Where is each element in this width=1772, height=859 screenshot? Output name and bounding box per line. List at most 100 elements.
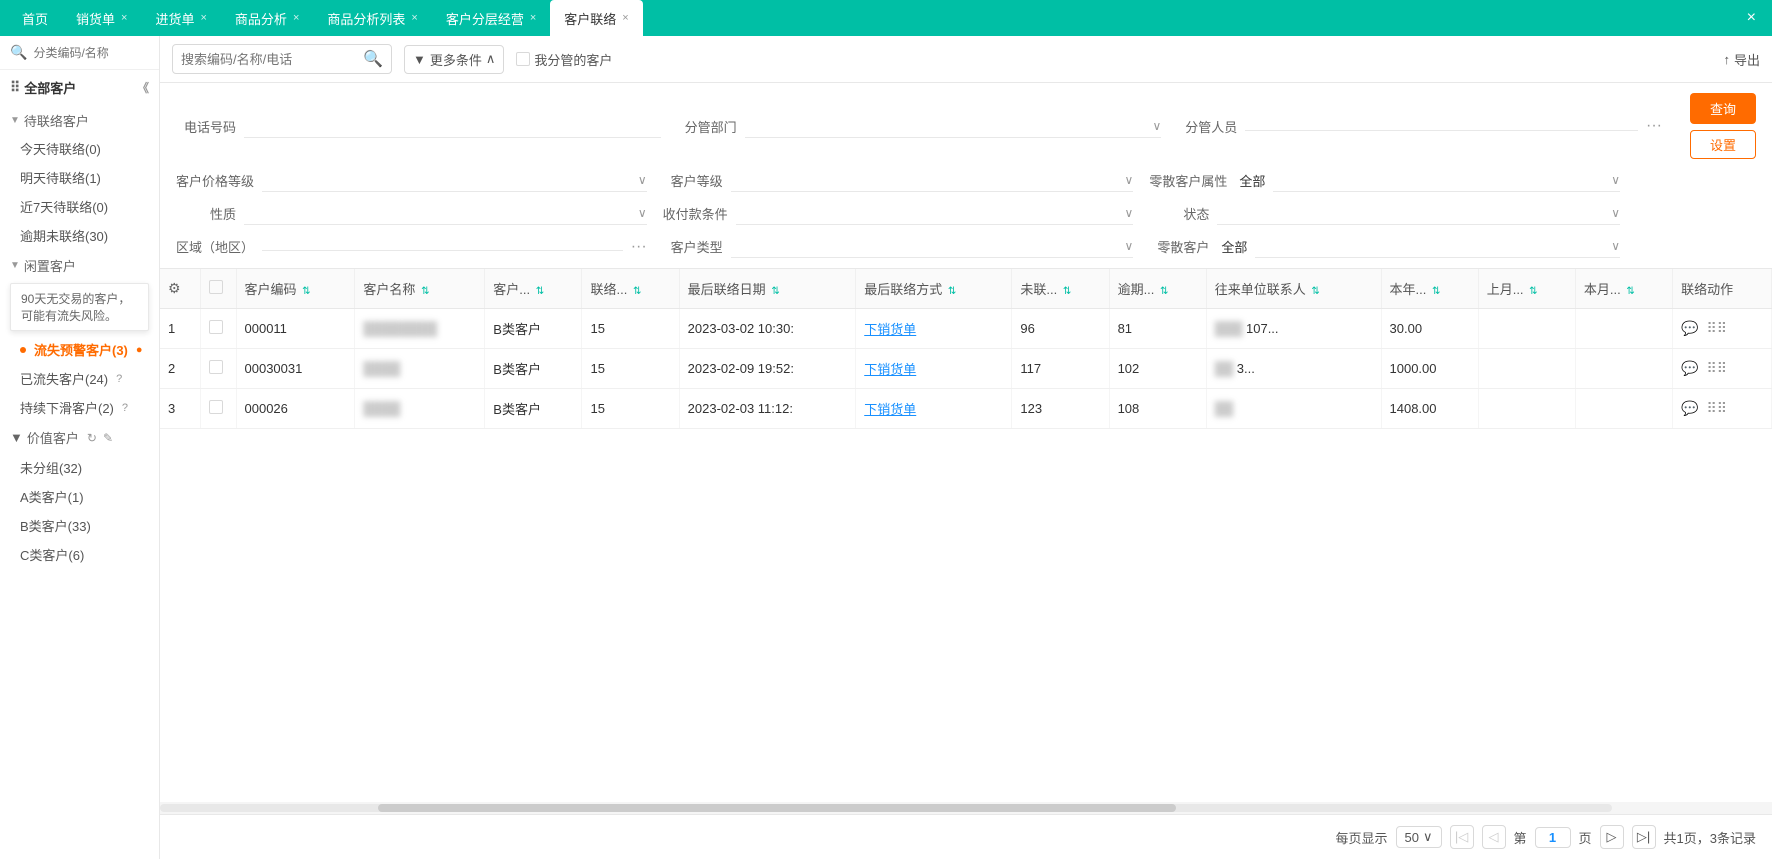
th-current-year[interactable]: 本年... ⇅ (1381, 269, 1478, 309)
th-customer-code[interactable]: 客户编码 ⇅ (236, 269, 355, 309)
sidebar-item-unclassified[interactable]: 未分组(32) (0, 453, 159, 482)
filter-manager-select[interactable] (1245, 122, 1638, 131)
td-last-month-3 (1478, 389, 1575, 429)
tab-sales[interactable]: 销货单 × (62, 0, 141, 36)
tab-customer-layer[interactable]: 客户分层经营 × (432, 0, 550, 36)
my-customers-checkbox[interactable]: 我分管的客户 (516, 50, 612, 69)
settings-button[interactable]: 设置 (1690, 130, 1756, 159)
tab-product-analysis-close[interactable]: × (293, 12, 299, 24)
td-checkbox-2[interactable] (200, 349, 236, 389)
row3-chat-icon[interactable]: 💬 (1681, 400, 1698, 417)
row2-checkbox[interactable] (209, 360, 223, 374)
tab-customer-contact[interactable]: 客户联络 × (550, 0, 642, 36)
filter-customer-level-select[interactable]: ∨ (731, 169, 1134, 192)
row1-chat-icon[interactable]: 💬 (1681, 320, 1698, 337)
filter-price-level-select[interactable]: ∨ (262, 169, 647, 192)
filter-manager-dots[interactable]: ··· (1646, 117, 1662, 135)
filter-phone-input[interactable] (244, 114, 661, 138)
td-last-contact-method-2[interactable]: 下销货单 (856, 349, 1012, 389)
td-last-contact-method-1[interactable]: 下销货单 (856, 309, 1012, 349)
th-this-month[interactable]: 本月... ⇅ (1575, 269, 1672, 309)
per-page-select[interactable]: 50 ∨ (1396, 826, 1442, 848)
at-risk-section[interactable]: ▼ 闲置客户 (0, 250, 159, 279)
filter-region-dots[interactable]: ··· (631, 238, 647, 256)
close-all-tabs-button[interactable]: × (1739, 9, 1764, 27)
query-button[interactable]: 查询 (1690, 93, 1756, 124)
filter-customer-type-select[interactable]: ∨ (731, 235, 1134, 258)
scrollbar-thumb[interactable] (378, 804, 1177, 812)
sidebar-item-week[interactable]: 近7天待联络(0) (0, 192, 159, 221)
tab-product-analysis-list-close[interactable]: × (411, 12, 417, 24)
pending-contact-section[interactable]: ▼ 待联络客户 (0, 105, 159, 134)
td-last-contact-method-3[interactable]: 下销货单 (856, 389, 1012, 429)
sidebar-collapse-btn[interactable]: 《 (137, 79, 149, 96)
last-page-button[interactable]: ▷| (1632, 825, 1656, 849)
th-settings[interactable]: ⚙ (160, 269, 200, 309)
value-customers-refresh-icon[interactable]: ↻ (87, 431, 97, 445)
filter-payment-select[interactable]: ∨ (736, 202, 1134, 225)
filter-retail-customer-select[interactable]: ∨ (1255, 235, 1620, 258)
td-checkbox-1[interactable] (200, 309, 236, 349)
th-last-contact-date[interactable]: 最后联络日期 ⇅ (679, 269, 856, 309)
prev-page-button[interactable]: ◁ (1482, 825, 1506, 849)
th-customer-name[interactable]: 客户名称 ⇅ (355, 269, 485, 309)
value-customers-section[interactable]: ▼ 价值客户 ↻ ✎ (0, 422, 159, 453)
export-button[interactable]: ↑ 导出 (1723, 50, 1760, 69)
tab-sales-close[interactable]: × (121, 12, 127, 24)
tab-customer-layer-close[interactable]: × (530, 12, 536, 24)
td-checkbox-3[interactable] (200, 389, 236, 429)
more-filters-button[interactable]: ▼ 更多条件 ∧ (404, 45, 504, 74)
th-customer-type[interactable]: 客户... ⇅ (485, 269, 582, 309)
toolbar-search-button[interactable]: 🔍 (363, 49, 383, 69)
sidebar-item-overdue[interactable]: 逾期未联络(30) (0, 221, 159, 250)
th-not-contacted[interactable]: 未联... ⇅ (1012, 269, 1109, 309)
tab-customer-contact-label: 客户联络 (564, 9, 616, 28)
th-last-contact-method[interactable]: 最后联络方式 ⇅ (856, 269, 1012, 309)
scrollbar-track[interactable] (160, 804, 1612, 812)
value-customers-settings-icon[interactable]: ✎ (103, 431, 113, 445)
td-not-contacted-2: 117 (1012, 349, 1109, 389)
tab-purchase-close[interactable]: × (200, 12, 206, 24)
filter-status-select[interactable]: ∨ (1217, 202, 1620, 225)
row1-more-icon[interactable]: ⠿⠿ (1707, 320, 1728, 337)
sidebar-item-churn-risk[interactable]: 流失预警客户(3) ● (0, 335, 159, 364)
sidebar-item-today[interactable]: 今天待联络(0) (0, 134, 159, 163)
tab-product-analysis-list[interactable]: 商品分析列表 × (313, 0, 431, 36)
select-all-checkbox[interactable] (209, 280, 223, 294)
tab-customer-contact-close[interactable]: × (622, 12, 628, 24)
sidebar-item-churned[interactable]: 已流失客户(24) ? (0, 364, 159, 393)
settings-gear-icon[interactable]: ⚙ (168, 280, 181, 296)
filter-retail-attr-select[interactable]: ∨ (1273, 169, 1620, 192)
next-page-button[interactable]: ▷ (1600, 825, 1624, 849)
tab-product-analysis[interactable]: 商品分析 × (221, 0, 313, 36)
my-customers-checkbox-box[interactable] (516, 52, 530, 66)
row3-checkbox[interactable] (209, 400, 223, 414)
row1-checkbox[interactable] (209, 320, 223, 334)
horizontal-scrollbar[interactable] (160, 802, 1772, 814)
first-page-button[interactable]: |◁ (1450, 825, 1474, 849)
tab-home[interactable]: 首页 (8, 0, 62, 36)
row2-chat-icon[interactable]: 💬 (1681, 360, 1698, 377)
sidebar-search-input[interactable] (33, 46, 160, 60)
td-this-month-1 (1575, 309, 1672, 349)
sidebar-item-class-c[interactable]: C类客户(6) (0, 540, 159, 569)
sidebar-item-continuous-decline[interactable]: 持续下滑客户(2) ? (0, 393, 159, 422)
th-overdue[interactable]: 逾期... ⇅ (1109, 269, 1206, 309)
sidebar-item-class-a[interactable]: A类客户(1) (0, 482, 159, 511)
th-contact-person[interactable]: 往来单位联系人 ⇅ (1206, 269, 1381, 309)
sidebar-item-class-b[interactable]: B类客户(33) (0, 511, 159, 540)
tab-purchase[interactable]: 进货单 × (141, 0, 220, 36)
filter-chevron-icon: ∧ (486, 51, 496, 67)
filter-dept-select[interactable]: ∨ (745, 115, 1162, 138)
page-number-input[interactable] (1535, 827, 1571, 848)
row2-more-icon[interactable]: ⠿⠿ (1707, 360, 1728, 377)
row1-contact-person-blurred: ███ (1215, 321, 1243, 336)
row3-more-icon[interactable]: ⠿⠿ (1707, 400, 1728, 417)
all-customers-header[interactable]: ⠿ 全部客户 《 (0, 70, 159, 105)
sidebar-item-tomorrow[interactable]: 明天待联络(1) (0, 163, 159, 192)
filter-nature-select[interactable]: ∨ (244, 202, 647, 225)
th-last-month[interactable]: 上月... ⇅ (1478, 269, 1575, 309)
all-customers-label: 全部客户 (24, 78, 76, 97)
toolbar-search-input[interactable] (181, 52, 357, 67)
th-contact[interactable]: 联络... ⇅ (582, 269, 679, 309)
